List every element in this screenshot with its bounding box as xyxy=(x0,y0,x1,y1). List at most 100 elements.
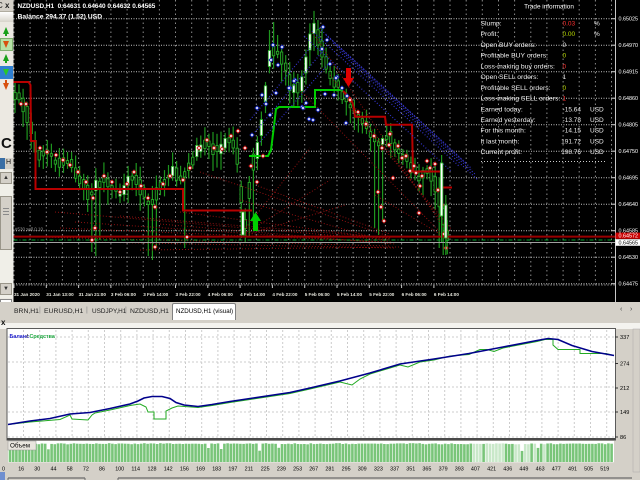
svg-text:0.64475: 0.64475 xyxy=(619,282,639,288)
svg-text:%: % xyxy=(594,21,600,28)
svg-text:Current profit:: Current profit: xyxy=(481,149,523,156)
svg-text:295: 295 xyxy=(342,467,351,473)
svg-text:5 Feb 14:00: 5 Feb 14:00 xyxy=(337,292,362,297)
svg-text:Earned today:: Earned today: xyxy=(481,106,523,113)
svg-text:212: 212 xyxy=(620,386,629,392)
svg-text:281: 281 xyxy=(325,467,334,473)
svg-text:58: 58 xyxy=(67,467,73,473)
svg-text:365: 365 xyxy=(422,467,431,473)
svg-text:0: 0 xyxy=(2,467,5,473)
svg-text:197: 197 xyxy=(228,467,237,473)
svg-text:0.64640: 0.64640 xyxy=(619,202,639,208)
svg-text:0.64970: 0.64970 xyxy=(619,43,639,49)
svg-text:30: 30 xyxy=(34,467,40,473)
svg-text:6 Feb 06:00: 6 Feb 06:00 xyxy=(402,292,427,297)
svg-text:0.64530: 0.64530 xyxy=(619,255,639,261)
svg-text:%: % xyxy=(594,31,600,38)
svg-text:72: 72 xyxy=(83,467,89,473)
svg-text:3 Feb 06:00: 3 Feb 06:00 xyxy=(111,292,136,297)
svg-text:Balance 294.37 (1.52) USD: Balance 294.37 (1.52) USD xyxy=(18,14,103,21)
svg-text:0.64750: 0.64750 xyxy=(619,149,639,155)
svg-text:407: 407 xyxy=(471,467,480,473)
svg-text:USD: USD xyxy=(590,138,604,145)
svg-text:183: 183 xyxy=(212,467,221,473)
svg-text:4 Feb 14:00: 4 Feb 14:00 xyxy=(240,292,265,297)
svg-text:274: 274 xyxy=(620,362,629,368)
svg-text:USD: USD xyxy=(590,106,604,113)
svg-text:0.65025: 0.65025 xyxy=(619,17,639,23)
svg-text:337: 337 xyxy=(620,335,629,341)
svg-text:0: 0 xyxy=(563,42,567,49)
svg-text:0.64565: 0.64565 xyxy=(619,240,639,246)
svg-text:393: 393 xyxy=(455,467,464,473)
svg-text:USD: USD xyxy=(590,128,604,135)
svg-text:Profitable SELL orders:: Profitable SELL orders: xyxy=(481,85,551,92)
svg-text:3 Feb 14:00: 3 Feb 14:00 xyxy=(143,292,168,297)
svg-text:44: 44 xyxy=(51,467,57,473)
svg-text:0.00: 0.00 xyxy=(563,31,576,38)
svg-text:5 Feb 06:00: 5 Feb 06:00 xyxy=(305,292,330,297)
svg-text:0.64805: 0.64805 xyxy=(619,123,639,129)
svg-text:#530 sell 0.10: #530 sell 0.10 xyxy=(15,227,44,232)
svg-text:491: 491 xyxy=(568,467,577,473)
svg-text:198.76: 198.76 xyxy=(561,149,581,156)
svg-text:379: 379 xyxy=(439,467,448,473)
svg-text:156: 156 xyxy=(180,467,189,473)
svg-text:4 Feb 06:00: 4 Feb 06:00 xyxy=(208,292,233,297)
svg-text:100: 100 xyxy=(115,467,124,473)
svg-text:4 Feb 22:00: 4 Feb 22:00 xyxy=(272,292,297,297)
svg-text:-13.78: -13.78 xyxy=(563,117,582,124)
svg-text:519: 519 xyxy=(600,467,609,473)
svg-text:Open BUY orders:: Open BUY orders: xyxy=(481,42,537,49)
svg-text:31 Jan 21:00: 31 Jan 21:00 xyxy=(79,292,107,297)
svg-text:0: 0 xyxy=(563,53,567,60)
svg-text:-14.15: -14.15 xyxy=(563,128,582,135)
svg-text:USD: USD xyxy=(590,117,604,124)
svg-text:Open SELL orders:: Open SELL orders: xyxy=(481,74,539,81)
svg-text:5 Feb 22:00: 5 Feb 22:00 xyxy=(369,292,394,297)
svg-text:267: 267 xyxy=(309,467,318,473)
svg-text:Средства: Средства xyxy=(30,334,56,340)
svg-text:323: 323 xyxy=(374,467,383,473)
svg-text:USD: USD xyxy=(590,149,604,156)
svg-text:For this month:: For this month: xyxy=(481,128,526,135)
svg-text:421: 421 xyxy=(487,467,496,473)
svg-text:211: 211 xyxy=(245,467,254,473)
svg-text:463: 463 xyxy=(536,467,545,473)
svg-text:351: 351 xyxy=(406,467,415,473)
svg-text:31 Jan 13:00: 31 Jan 13:00 xyxy=(46,292,74,297)
svg-text:NZDUSD,H1 0.64631 0.64640 0.6: NZDUSD,H1 0.64631 0.64640 0.64632 0.6456… xyxy=(18,3,156,10)
svg-text:31 Jan 2020: 31 Jan 2020 xyxy=(14,292,40,297)
svg-text:86: 86 xyxy=(99,467,105,473)
svg-text:253: 253 xyxy=(293,467,302,473)
svg-text:6 Feb 14:00: 6 Feb 14:00 xyxy=(434,292,459,297)
svg-text:169: 169 xyxy=(196,467,205,473)
svg-text:0.64915: 0.64915 xyxy=(619,70,639,76)
svg-text:Trade information: Trade information xyxy=(524,4,574,11)
svg-text:16: 16 xyxy=(18,467,24,473)
svg-text:1: 1 xyxy=(563,74,567,81)
svg-text:128: 128 xyxy=(148,467,157,473)
svg-text:3 Feb 22:00: 3 Feb 22:00 xyxy=(176,292,201,297)
svg-text:Объем: Объем xyxy=(10,442,30,450)
svg-text:0: 0 xyxy=(563,85,567,92)
svg-text:449: 449 xyxy=(519,467,528,473)
svg-text:149: 149 xyxy=(620,410,629,416)
svg-text:114: 114 xyxy=(131,467,140,473)
svg-text:Loss-making SELL orders:: Loss-making SELL orders: xyxy=(481,96,561,103)
svg-text:142: 142 xyxy=(164,467,173,473)
svg-text:It last month:: It last month: xyxy=(481,138,520,145)
svg-text:Profitable BUY orders:: Profitable BUY orders: xyxy=(481,53,549,60)
svg-text:Loss-making buy orders:: Loss-making buy orders: xyxy=(481,63,556,70)
svg-text:505: 505 xyxy=(584,467,593,473)
svg-text:86: 86 xyxy=(620,435,626,441)
svg-text:1: 1 xyxy=(563,96,567,103)
svg-text:0: 0 xyxy=(563,63,567,70)
svg-text:0.03: 0.03 xyxy=(563,21,576,28)
svg-text:239: 239 xyxy=(277,467,286,473)
svg-text:436: 436 xyxy=(503,467,512,473)
svg-text:Profit:: Profit: xyxy=(481,31,499,38)
svg-text:Slump:: Slump: xyxy=(481,21,502,28)
svg-text:337: 337 xyxy=(390,467,399,473)
svg-text:0.64860: 0.64860 xyxy=(619,96,639,102)
